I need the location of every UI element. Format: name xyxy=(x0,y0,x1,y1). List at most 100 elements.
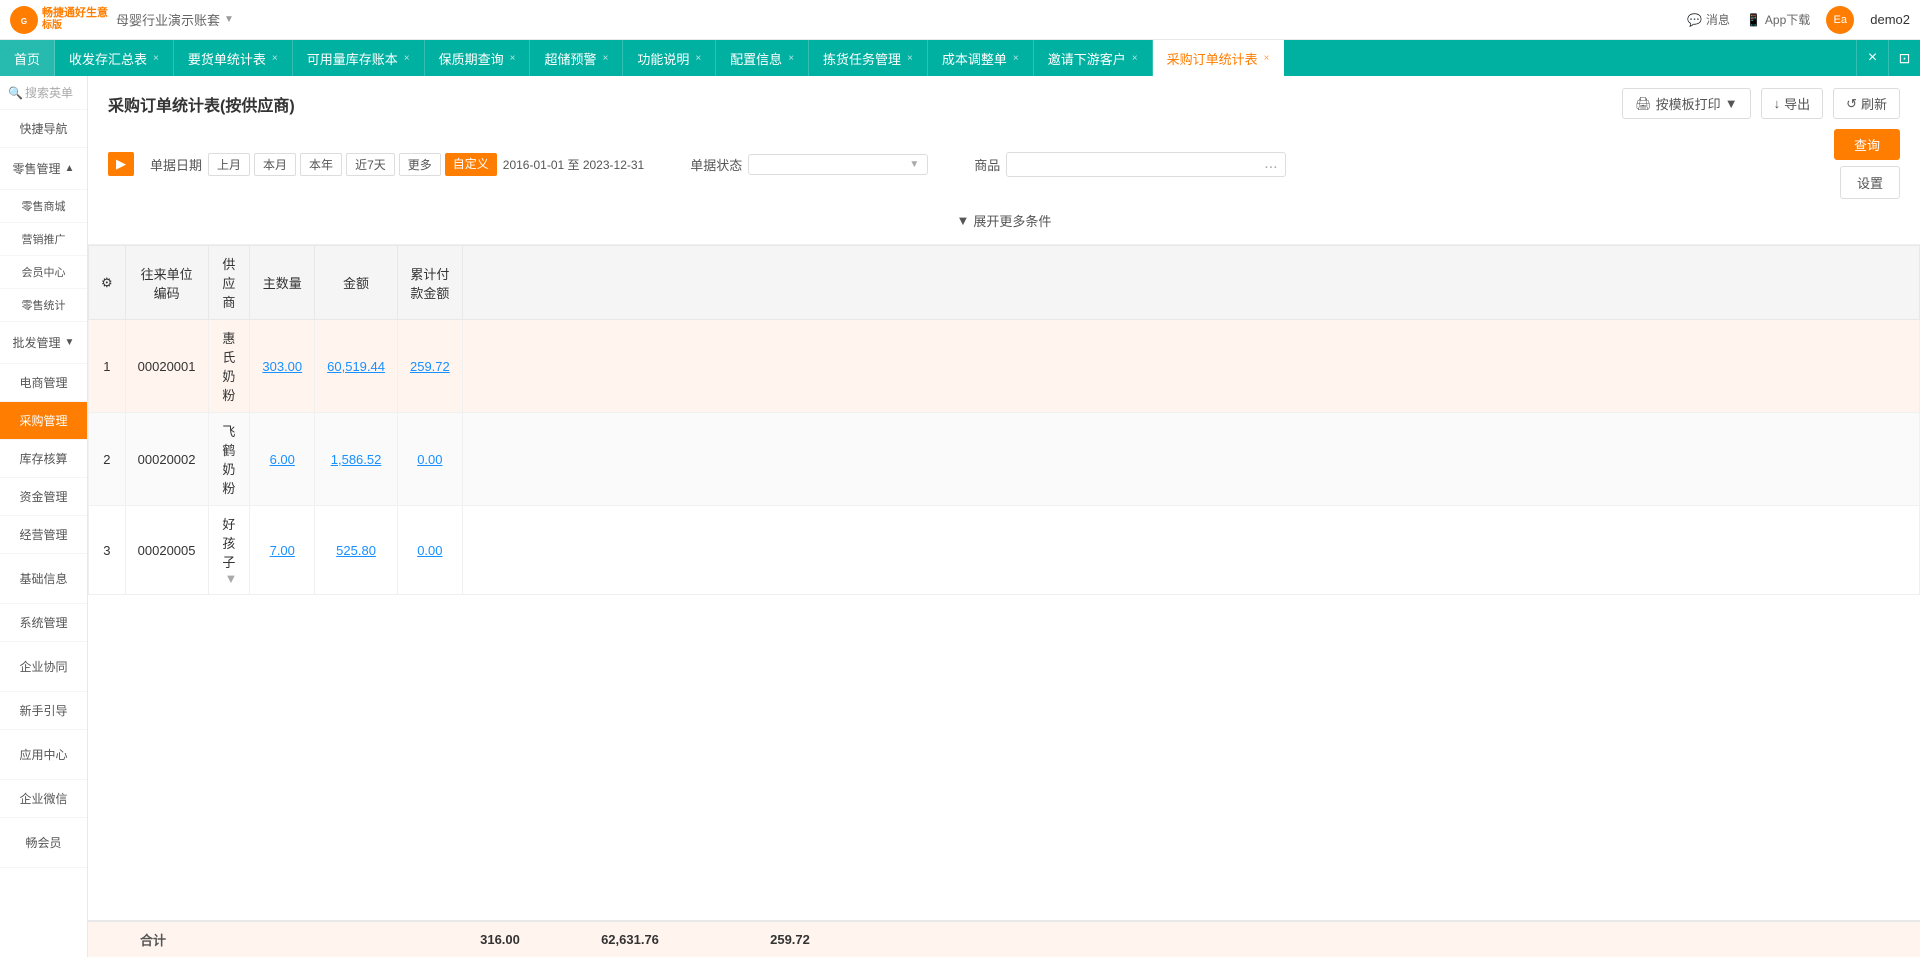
sidebar-item-purchase[interactable]: 采购管理 xyxy=(0,402,87,440)
close-tab-baoxianQiChaxun[interactable]: × xyxy=(510,53,516,64)
nav-tab-baoxianQiChaxun[interactable]: 保质期查询 × xyxy=(425,40,531,76)
expand-more-conditions-btn[interactable]: ▼ 展开更多条件 xyxy=(945,207,1064,234)
table-row: 1 00020001 惠氏奶粉 303.00 60,519.44 259.72 xyxy=(89,320,1920,413)
avatar-initials: Ea xyxy=(1834,14,1847,26)
nav-tab-paiHuoRenwuGL[interactable]: 拣货任务管理 × xyxy=(809,40,928,76)
message-btn[interactable]: 💬 消息 xyxy=(1687,11,1730,28)
refresh-btn[interactable]: ↺ 刷新 xyxy=(1833,88,1900,119)
close-tab-yaoQingXiaYouKeHu[interactable]: × xyxy=(1132,53,1138,64)
col-header-amount: 金额 xyxy=(315,246,398,320)
close-tab-peiZhiXinXi[interactable]: × xyxy=(788,53,794,64)
row3-paid[interactable]: 0.00 xyxy=(397,506,462,595)
workspace-arrow-icon: ▼ xyxy=(224,14,234,25)
sidebar-item-membercard[interactable]: 畅会员 xyxy=(0,818,87,868)
sidebar-item-quicknav[interactable]: 快捷导航 xyxy=(0,110,87,148)
table-row: 3 00020005 好孩子 ▼ 7.00 525.80 0.00 xyxy=(89,506,1920,595)
row2-amount[interactable]: 1,586.52 xyxy=(315,413,398,506)
refresh-label: 刷新 xyxy=(1861,94,1887,113)
sidebar: 🔍 搜索英单 快捷导航 零售管理 ▲ 零售商城 营销推广 会员中心 零售统计 批… xyxy=(0,76,88,957)
row1-paid[interactable]: 259.72 xyxy=(397,320,462,413)
row2-paid[interactable]: 0.00 xyxy=(397,413,462,506)
nav-tab-end: × ⊡ xyxy=(1856,40,1920,76)
date-btn-this-year[interactable]: 本年 xyxy=(300,153,342,176)
row3-code: 00020005 xyxy=(125,506,208,595)
sidebar-item-basic[interactable]: 基础信息 xyxy=(0,554,87,604)
nav-tab-chaoChuYuJing[interactable]: 超储预警 × xyxy=(530,40,623,76)
nav-tab-chengBenTiaoZheng[interactable]: 成本调整单 × xyxy=(928,40,1034,76)
page-header: 采购订单统计表(按供应商) 🖨 按模板打印 ▼ ↓ 导出 ↺ 刷新 xyxy=(88,76,1920,119)
sidebar-item-inventory[interactable]: 库存核算 xyxy=(0,440,87,478)
close-tab-keyongLiangKu[interactable]: × xyxy=(404,53,410,64)
sidebar-item-retail[interactable]: 零售管理 ▲ xyxy=(0,148,87,190)
date-btn-more[interactable]: 更多 xyxy=(399,153,441,176)
sidebar-item-enterprise-coop[interactable]: 企业协同 xyxy=(0,642,87,692)
nav-close-all-btn[interactable]: × xyxy=(1856,40,1888,76)
nav-tab-peiZhiXinXi[interactable]: 配置信息 × xyxy=(716,40,809,76)
sidebar-item-system-label: 系统管理 xyxy=(19,614,67,631)
sidebar-item-member[interactable]: 会员中心 xyxy=(0,256,87,289)
settings-btn[interactable]: 设置 xyxy=(1840,166,1900,199)
table-header-row: ⚙ 往来单位编码 供应商 主数量 金额 累计付款金额 xyxy=(89,246,1920,320)
nav-tab-home[interactable]: 首页 xyxy=(0,40,55,76)
print-btn[interactable]: 🖨 按模板打印 ▼ xyxy=(1622,88,1750,119)
page-title: 采购订单统计表(按供应商) xyxy=(108,92,295,116)
sidebar-item-search[interactable]: 🔍 搜索英单 xyxy=(0,76,87,110)
close-tab-gongNengShuoMing[interactable]: × xyxy=(695,53,701,64)
nav-tab-shoufaHuizong[interactable]: 收发存汇总表 × xyxy=(55,40,174,76)
sidebar-item-newguide[interactable]: 新手引导 xyxy=(0,692,87,730)
close-tab-shoufaHuizong[interactable]: × xyxy=(153,53,159,64)
date-btn-7days[interactable]: 近7天 xyxy=(346,153,395,176)
nav-tab-yaohuoDanTJ[interactable]: 要货单统计表 × xyxy=(174,40,293,76)
query-actions: 查询 设置 xyxy=(1834,129,1900,199)
close-tab-paiHuoRenwuGL[interactable]: × xyxy=(907,53,913,64)
sidebar-item-enterprise-wechat[interactable]: 企业微信 xyxy=(0,780,87,818)
app-download-btn[interactable]: 📱 App下载 xyxy=(1746,11,1810,28)
sidebar-item-wholesale-label: 批发管理 xyxy=(13,334,61,351)
sidebar-item-enterprise-wechat-label: 企业微信 xyxy=(19,790,67,807)
sidebar-item-operation[interactable]: 经营管理 xyxy=(0,516,87,554)
sidebar-item-system[interactable]: 系统管理 xyxy=(0,604,87,642)
nav-tab-yaoQingXiaYouKeHu[interactable]: 邀请下游客户 × xyxy=(1034,40,1153,76)
sidebar-item-retailshop[interactable]: 零售商城 xyxy=(0,190,87,223)
export-btn[interactable]: ↓ 导出 xyxy=(1761,88,1824,119)
sidebar-search-label: 搜索英单 xyxy=(25,84,73,101)
row1-amount[interactable]: 60,519.44 xyxy=(315,320,398,413)
row3-amount[interactable]: 525.80 xyxy=(315,506,398,595)
workspace-name: 母婴行业演示账套 xyxy=(116,10,220,29)
goods-input-more-icon[interactable]: ... xyxy=(1264,155,1277,173)
sidebar-item-finance[interactable]: 资金管理 xyxy=(0,478,87,516)
workspace-selector[interactable]: 母婴行业演示账套 ▼ xyxy=(116,10,234,29)
row1-qty[interactable]: 303.00 xyxy=(250,320,315,413)
data-table: ⚙ 往来单位编码 供应商 主数量 金额 累计付款金额 1 00020001 xyxy=(88,245,1920,595)
collapse-filter-btn[interactable]: ▶ xyxy=(108,152,134,176)
row2-qty[interactable]: 6.00 xyxy=(250,413,315,506)
goods-input[interactable] xyxy=(1006,152,1286,177)
sidebar-item-appcenter[interactable]: 应用中心 xyxy=(0,730,87,780)
sidebar-item-ecommerce[interactable]: 电商管理 xyxy=(0,364,87,402)
sidebar-item-retailstats[interactable]: 零售统计 xyxy=(0,289,87,322)
date-custom-tag[interactable]: 自定义 xyxy=(445,153,497,176)
sidebar-item-operation-label: 经营管理 xyxy=(19,526,67,543)
top-bar-left: G 畅捷通好生意 标版 母婴行业演示账套 ▼ xyxy=(10,6,234,34)
date-btn-last-month[interactable]: 上月 xyxy=(208,153,250,176)
status-select[interactable]: ▼ xyxy=(748,154,928,175)
col-header-supplier: 供应商 xyxy=(208,246,250,320)
sidebar-item-mktpromo[interactable]: 营销推广 xyxy=(0,223,87,256)
row3-qty[interactable]: 7.00 xyxy=(250,506,315,595)
row3-expand-icon[interactable]: ▼ xyxy=(225,571,238,586)
close-tab-caigouDanTJ[interactable]: × xyxy=(1264,53,1270,64)
sidebar-item-membercard-label: 畅会员 xyxy=(25,834,61,851)
close-tab-yaohuoDanTJ[interactable]: × xyxy=(272,53,278,64)
query-btn[interactable]: 查询 xyxy=(1834,129,1900,160)
sidebar-item-wholesale[interactable]: 批发管理 ▼ xyxy=(0,322,87,364)
nav-tab-caigouDanTJ[interactable]: 采购订单统计表 × xyxy=(1153,40,1285,76)
nav-tab-gongNengShuoMing[interactable]: 功能说明 × xyxy=(623,40,716,76)
user-name[interactable]: demo2 xyxy=(1870,12,1910,27)
nav-maximize-btn[interactable]: ⊡ xyxy=(1888,40,1920,76)
nav-tab-keyongLiangKu[interactable]: 可用量库存账本 × xyxy=(293,40,425,76)
col-header-settings[interactable]: ⚙ xyxy=(89,246,126,320)
date-btn-this-month[interactable]: 本月 xyxy=(254,153,296,176)
page-actions: 🖨 按模板打印 ▼ ↓ 导出 ↺ 刷新 xyxy=(1622,88,1900,119)
close-tab-chaoChuYuJing[interactable]: × xyxy=(602,53,608,64)
close-tab-chengBenTiaoZheng[interactable]: × xyxy=(1013,53,1019,64)
